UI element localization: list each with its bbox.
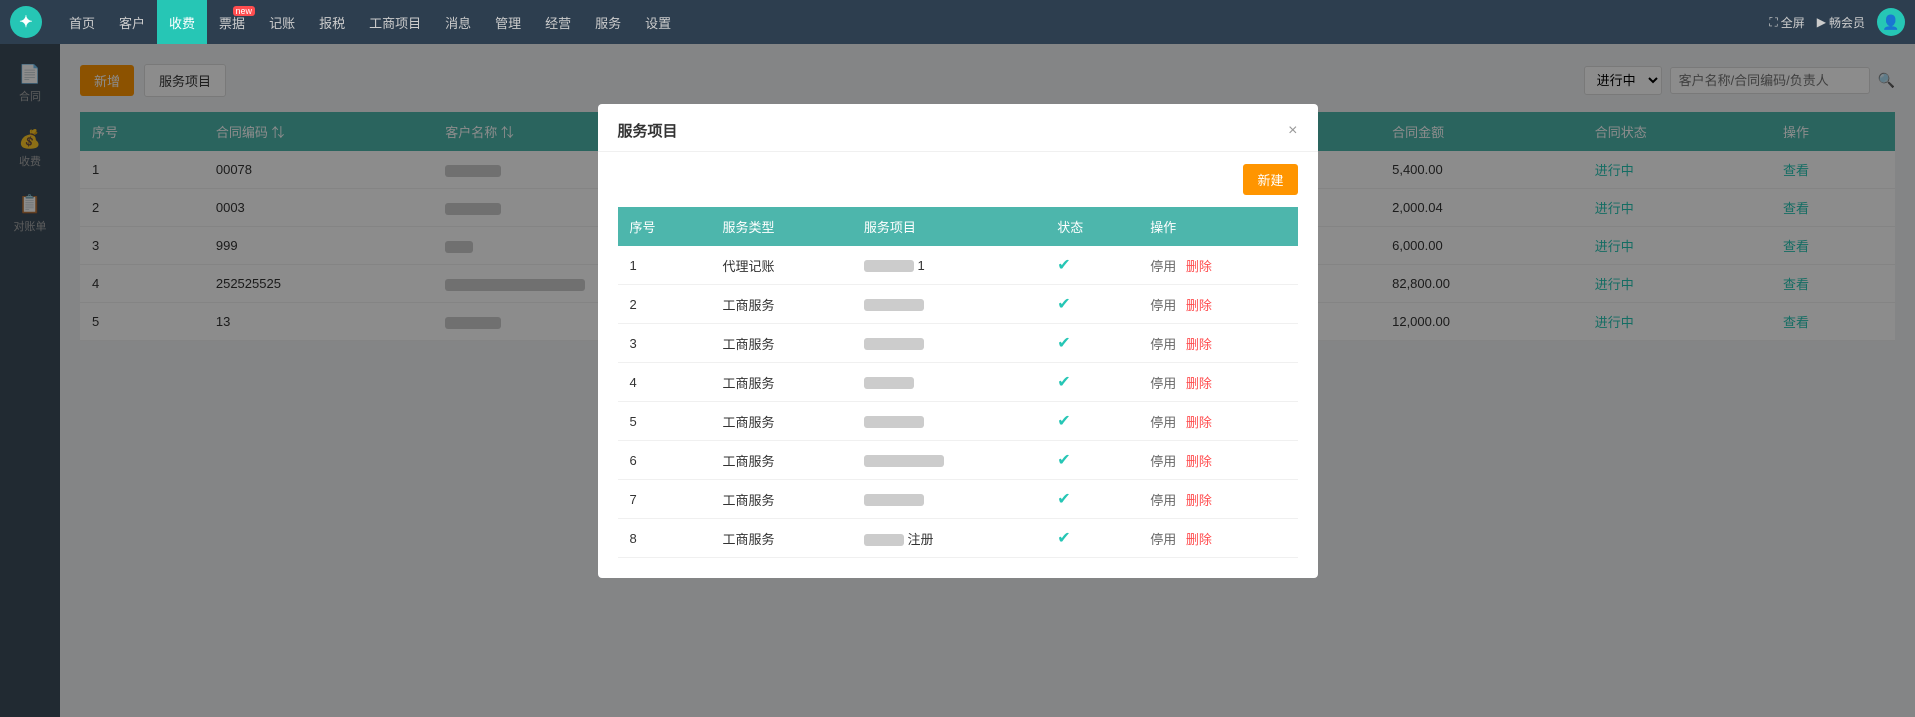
- member-icon: ▶: [1817, 15, 1826, 29]
- modal-cell-action: 停用 删除: [1138, 480, 1297, 519]
- modal-cell-item: 1: [852, 246, 1045, 285]
- modal-cell-item: [852, 363, 1045, 402]
- modal-cell-status: ✔: [1045, 441, 1138, 480]
- modal-close-button[interactable]: ×: [1288, 122, 1297, 140]
- stop-button[interactable]: 停用: [1150, 454, 1176, 469]
- modal-cell-status: ✔: [1045, 402, 1138, 441]
- modal-cell-item: [852, 285, 1045, 324]
- nav-item-client[interactable]: 客户: [107, 0, 157, 44]
- modal-cell-seq: 3: [618, 324, 711, 363]
- nav-item-commerce[interactable]: 工商项目: [357, 0, 433, 44]
- modal-cell-seq: 7: [618, 480, 711, 519]
- delete-button[interactable]: 删除: [1186, 454, 1212, 469]
- list-item: 5 工商服务 ✔ 停用 删除: [618, 402, 1298, 441]
- modal-cell-status: ✔: [1045, 246, 1138, 285]
- modal-col-action: 操作: [1138, 207, 1297, 246]
- list-item: 4 工商服务 ✔ 停用 删除: [618, 363, 1298, 402]
- fullscreen-icon: ⛶: [1769, 15, 1777, 30]
- modal-cell-seq: 1: [618, 246, 711, 285]
- modal-cell-action: 停用 删除: [1138, 246, 1297, 285]
- modal-cell-type: 工商服务: [711, 402, 852, 441]
- nav-item-invoice[interactable]: 票据 new: [207, 0, 257, 44]
- service-modal: 服务项目 × 新建 序号 服务类型 服务项目 状态 操作 1 代理记账: [598, 104, 1318, 578]
- modal-cell-type: 工商服务: [711, 285, 852, 324]
- modal-cell-seq: 6: [618, 441, 711, 480]
- stop-button[interactable]: 停用: [1150, 259, 1176, 274]
- modal-cell-status: ✔: [1045, 285, 1138, 324]
- modal-cell-type: 工商服务: [711, 480, 852, 519]
- nav-item-operation[interactable]: 经营: [533, 0, 583, 44]
- modal-cell-status: ✔: [1045, 480, 1138, 519]
- nav-item-fee[interactable]: 收费: [157, 0, 207, 44]
- modal-col-seq: 序号: [618, 207, 711, 246]
- modal-cell-type: 代理记账: [711, 246, 852, 285]
- modal-new-button[interactable]: 新建: [1243, 164, 1297, 195]
- avatar[interactable]: 👤: [1877, 8, 1905, 36]
- modal-cell-type: 工商服务: [711, 324, 852, 363]
- modal-title: 服务项目: [618, 120, 678, 141]
- modal-body: 序号 服务类型 服务项目 状态 操作 1 代理记账 1 ✔ 停用 删除 2 工商…: [598, 207, 1318, 578]
- modal-cell-action: 停用 删除: [1138, 285, 1297, 324]
- modal-header: 服务项目 ×: [598, 104, 1318, 152]
- nav-item-bookkeeping[interactable]: 记账: [257, 0, 307, 44]
- stop-button[interactable]: 停用: [1150, 376, 1176, 391]
- service-items-table: 序号 服务类型 服务项目 状态 操作 1 代理记账 1 ✔ 停用 删除 2 工商…: [618, 207, 1298, 558]
- nav-item-manage[interactable]: 管理: [483, 0, 533, 44]
- modal-cell-status: ✔: [1045, 363, 1138, 402]
- modal-cell-item: 注册: [852, 519, 1045, 558]
- modal-cell-seq: 8: [618, 519, 711, 558]
- modal-col-status: 状态: [1045, 207, 1138, 246]
- modal-cell-status: ✔: [1045, 324, 1138, 363]
- nav-item-home[interactable]: 首页: [57, 0, 107, 44]
- modal-cell-item: [852, 480, 1045, 519]
- modal-cell-item: [852, 324, 1045, 363]
- modal-cell-type: 工商服务: [711, 441, 852, 480]
- modal-cell-seq: 5: [618, 402, 711, 441]
- modal-cell-action: 停用 删除: [1138, 324, 1297, 363]
- modal-cell-action: 停用 删除: [1138, 519, 1297, 558]
- modal-cell-action: 停用 删除: [1138, 441, 1297, 480]
- stop-button[interactable]: 停用: [1150, 493, 1176, 508]
- list-item: 7 工商服务 ✔ 停用 删除: [618, 480, 1298, 519]
- stop-button[interactable]: 停用: [1150, 415, 1176, 430]
- nav-item-tax[interactable]: 报税: [307, 0, 357, 44]
- modal-cell-item: [852, 441, 1045, 480]
- list-item: 1 代理记账 1 ✔ 停用 删除: [618, 246, 1298, 285]
- list-item: 6 工商服务 ✔ 停用 删除: [618, 441, 1298, 480]
- delete-button[interactable]: 删除: [1186, 337, 1212, 352]
- modal-overlay[interactable]: 服务项目 × 新建 序号 服务类型 服务项目 状态 操作 1 代理记账: [0, 44, 1915, 717]
- delete-button[interactable]: 删除: [1186, 259, 1212, 274]
- nav-item-service[interactable]: 服务: [583, 0, 633, 44]
- modal-cell-seq: 4: [618, 363, 711, 402]
- modal-cell-item: [852, 402, 1045, 441]
- delete-button[interactable]: 删除: [1186, 532, 1212, 547]
- new-badge: new: [233, 6, 256, 16]
- nav-right: ⛶ 全屏 ▶ 畅会员 👤: [1769, 8, 1905, 36]
- modal-cell-type: 工商服务: [711, 519, 852, 558]
- list-item: 8 工商服务 注册 ✔ 停用 删除: [618, 519, 1298, 558]
- modal-cell-action: 停用 删除: [1138, 363, 1297, 402]
- nav-item-message[interactable]: 消息: [433, 0, 483, 44]
- delete-button[interactable]: 删除: [1186, 415, 1212, 430]
- list-item: 3 工商服务 ✔ 停用 删除: [618, 324, 1298, 363]
- modal-cell-seq: 2: [618, 285, 711, 324]
- nav-item-settings[interactable]: 设置: [633, 0, 683, 44]
- modal-toolbar: 新建: [598, 152, 1318, 207]
- modal-cell-action: 停用 删除: [1138, 402, 1297, 441]
- modal-col-type: 服务类型: [711, 207, 852, 246]
- logo-icon: ✦: [10, 6, 42, 38]
- delete-button[interactable]: 删除: [1186, 298, 1212, 313]
- list-item: 2 工商服务 ✔ 停用 删除: [618, 285, 1298, 324]
- top-nav: ✦ 首页 客户 收费 票据 new 记账 报税 工商项目 消息 管理 经营 服务…: [0, 0, 1915, 44]
- modal-col-item: 服务项目: [852, 207, 1045, 246]
- stop-button[interactable]: 停用: [1150, 532, 1176, 547]
- modal-cell-status: ✔: [1045, 519, 1138, 558]
- stop-button[interactable]: 停用: [1150, 337, 1176, 352]
- fullscreen-btn[interactable]: ⛶ 全屏: [1769, 14, 1804, 31]
- member-btn[interactable]: ▶ 畅会员: [1817, 14, 1865, 31]
- delete-button[interactable]: 删除: [1186, 493, 1212, 508]
- modal-cell-type: 工商服务: [711, 363, 852, 402]
- delete-button[interactable]: 删除: [1186, 376, 1212, 391]
- stop-button[interactable]: 停用: [1150, 298, 1176, 313]
